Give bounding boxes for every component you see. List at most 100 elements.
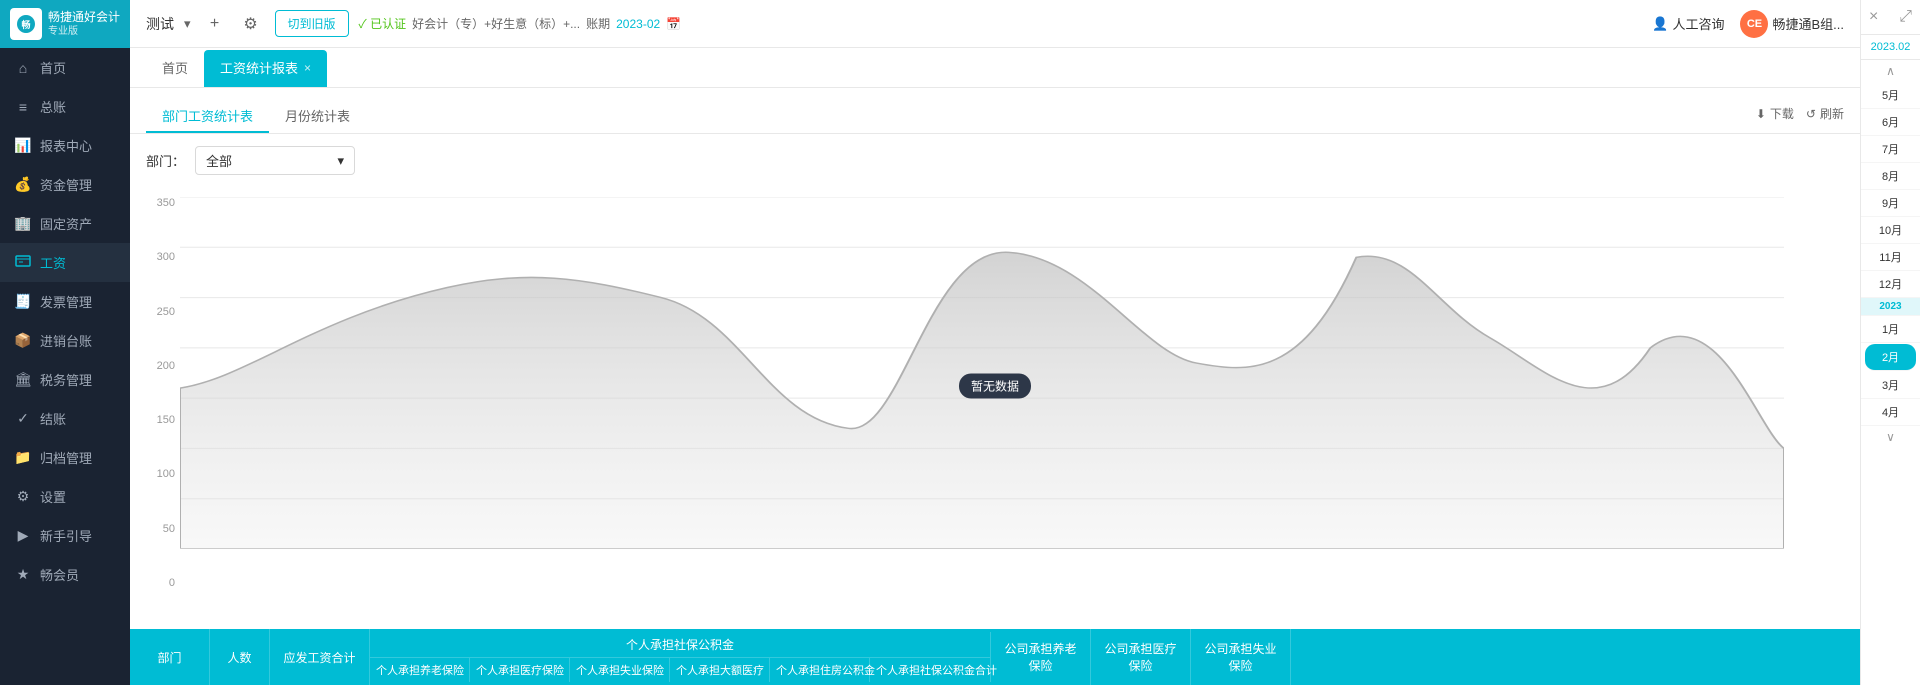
th-personal-unemployment: 个人承担失业保险 xyxy=(570,658,670,682)
th-company-unemployment: 公司承担失业保险 xyxy=(1191,629,1291,685)
th-company-pension: 公司承担养老保险 xyxy=(991,629,1091,685)
add-button[interactable]: + xyxy=(201,10,229,38)
sidebar-item-settings[interactable]: ⚙ 设置 xyxy=(0,477,130,516)
dept-filter-select[interactable]: 全部 ▾ xyxy=(195,146,355,175)
th-people: 人数 xyxy=(210,629,270,685)
month-item-4[interactable]: 4月 xyxy=(1861,399,1920,426)
sidebar-item-salary[interactable]: 工资 xyxy=(0,243,130,282)
sub-tab-actions: ⬇ 下载 ↺ 刷新 xyxy=(1756,105,1844,128)
month-item-10[interactable]: 10月 xyxy=(1861,217,1920,244)
help-icon: 👤 xyxy=(1652,16,1668,32)
month-item-6[interactable]: 6月 xyxy=(1861,109,1920,136)
th-personal-group-cells: 个人承担养老保险 个人承担医疗保险 个人承担失业保险 个人承担大额医疗 个人承担… xyxy=(370,658,990,682)
tax-icon: 🏛 xyxy=(14,371,32,388)
month-item-3[interactable]: 3月 xyxy=(1861,372,1920,399)
refresh-icon: ↺ xyxy=(1806,107,1816,121)
th-personal-medical: 个人承担医疗保险 xyxy=(470,658,570,682)
company-name: 测试 xyxy=(146,14,174,34)
chart-y-labels: 350 300 250 200 150 100 50 0 xyxy=(140,197,175,589)
close-accounts-icon: ✓ xyxy=(14,410,32,427)
topbar-right: 👤 人工咨询 CE 畅捷通B组... xyxy=(1652,10,1844,38)
chevron-down-icon: ▾ xyxy=(337,153,344,169)
calendar-icon: 📅 xyxy=(666,17,681,31)
vip-icon: ★ xyxy=(14,566,32,583)
product-tags: 好会计（专）+好生意（标）+... xyxy=(412,15,580,32)
logo-text: 畅捷通好会计 专业版 xyxy=(48,10,120,39)
company-dropdown[interactable]: ▾ xyxy=(184,16,191,32)
month-item-12[interactable]: 12月 xyxy=(1861,271,1920,298)
logo-icon: 畅 xyxy=(10,8,42,40)
sidebar-item-tax[interactable]: 🏛 税务管理 xyxy=(0,360,130,399)
th-personal-large-medical: 个人承担大额医疗 xyxy=(670,658,770,682)
month-item-5[interactable]: 5月 xyxy=(1861,82,1920,109)
sub-tab-monthly[interactable]: 月份统计表 xyxy=(269,100,366,133)
sidebar-item-archive[interactable]: 📁 归档管理 xyxy=(0,438,130,477)
th-personal-total: 个人承担社保公积金合计 xyxy=(870,658,990,682)
main-area: 测试 ▾ + ⚙ 切到旧版 ✓ 已认证 好会计（专）+好生意（标）+... 账期… xyxy=(130,0,1860,685)
chart-container: 350 300 250 200 150 100 50 0 xyxy=(130,187,1860,629)
ledger-icon: ≡ xyxy=(14,99,32,115)
user-profile[interactable]: CE 畅捷通B组... xyxy=(1740,10,1844,38)
help-button[interactable]: 👤 人工咨询 xyxy=(1652,14,1724,33)
month-item-1[interactable]: 1月 xyxy=(1861,316,1920,343)
chart-svg xyxy=(180,197,1784,549)
download-button[interactable]: ⬇ 下载 xyxy=(1756,105,1794,122)
sub-tab-dept[interactable]: 部门工资统计表 xyxy=(146,100,269,133)
date-nav-up-button[interactable]: ∧ xyxy=(1861,60,1920,82)
month-item-11[interactable]: 11月 xyxy=(1861,244,1920,271)
th-personal-housing: 个人承担住房公积金 xyxy=(770,658,870,682)
assets-icon: 🏢 xyxy=(14,215,32,232)
archive-icon: 📁 xyxy=(14,449,32,466)
sidebar-item-funds[interactable]: 💰 资金管理 xyxy=(0,165,130,204)
sidebar: 畅 畅捷通好会计 专业版 ⌂ 首页 ≡ 总账 📊 报表中心 💰 资金管理 🏢 固… xyxy=(0,0,130,685)
period-label: 账期 xyxy=(586,15,610,32)
topbar-tags: ✓ 已认证 好会计（专）+好生意（标）+... 账期 2023-02 📅 xyxy=(359,15,1643,32)
sidebar-item-assets[interactable]: 🏢 固定资产 xyxy=(0,204,130,243)
right-panel-date: 2023.02 xyxy=(1861,35,1920,60)
year-item-2023[interactable]: 2023 xyxy=(1861,298,1920,316)
sidebar-item-ledger[interactable]: ≡ 总账 xyxy=(0,87,130,126)
sidebar-item-close[interactable]: ✓ 结账 xyxy=(0,399,130,438)
gear-icon: ⚙ xyxy=(14,488,32,505)
settings-button[interactable]: ⚙ xyxy=(237,10,265,38)
tab-home[interactable]: 首页 xyxy=(146,50,204,87)
right-panel-controls: × ⤢ xyxy=(1861,0,1920,35)
close-panel-button[interactable]: × xyxy=(1869,8,1878,26)
month-item-8[interactable]: 8月 xyxy=(1861,163,1920,190)
sidebar-item-invoice[interactable]: 🧾 发票管理 xyxy=(0,282,130,321)
date-nav-down-button[interactable]: ∨ xyxy=(1861,426,1920,448)
th-personal-group: 个人承担社保公积金 个人承担养老保险 个人承担医疗保险 个人承担失业保险 个人承… xyxy=(370,632,991,682)
tabbar: 首页 工资统计报表 × xyxy=(130,48,1860,88)
th-personal-pension: 个人承担养老保险 xyxy=(370,658,470,682)
th-dept: 部门 xyxy=(130,629,210,685)
sidebar-logo: 畅 畅捷通好会计 专业版 xyxy=(0,0,130,48)
expand-panel-button[interactable]: ⤢ xyxy=(1899,8,1912,26)
page-content: 部门工资统计表 月份统计表 ⬇ 下载 ↺ 刷新 部门： 全部 ▾ xyxy=(130,88,1860,685)
reports-icon: 📊 xyxy=(14,137,32,154)
period-value: 2023-02 xyxy=(616,17,660,31)
th-total-salary: 应发工资合计 xyxy=(270,629,370,685)
sidebar-item-home[interactable]: ⌂ 首页 xyxy=(0,48,130,87)
topbar: 测试 ▾ + ⚙ 切到旧版 ✓ 已认证 好会计（专）+好生意（标）+... 账期… xyxy=(130,0,1860,48)
tab-close-icon[interactable]: × xyxy=(304,61,311,75)
switch-version-button[interactable]: 切到旧版 xyxy=(275,10,349,37)
topbar-actions: + ⚙ xyxy=(201,10,265,38)
sidebar-item-reports[interactable]: 📊 报表中心 xyxy=(0,126,130,165)
sidebar-item-guide[interactable]: ▶ 新手引导 xyxy=(0,516,130,555)
right-panel: × ⤢ 2023.02 ∧ 5月 6月 7月 8月 9月 10月 11月 12月… xyxy=(1860,0,1920,685)
dept-filter-label: 部门： xyxy=(146,151,185,170)
month-item-9[interactable]: 9月 xyxy=(1861,190,1920,217)
month-item-7[interactable]: 7月 xyxy=(1861,136,1920,163)
refresh-button[interactable]: ↺ 刷新 xyxy=(1806,105,1844,122)
filter-row: 部门： 全部 ▾ xyxy=(130,134,1860,187)
guide-icon: ▶ xyxy=(14,527,32,544)
invoice-icon: 🧾 xyxy=(14,293,32,310)
tab-salary-report[interactable]: 工资统计报表 × xyxy=(204,50,327,87)
chart-x-axis xyxy=(180,548,1784,549)
verified-tag: ✓ 已认证 xyxy=(359,15,407,32)
sidebar-item-vip[interactable]: ★ 畅会员 xyxy=(0,555,130,594)
svg-text:畅: 畅 xyxy=(21,19,30,30)
sidebar-item-sales[interactable]: 📦 进销台账 xyxy=(0,321,130,360)
month-item-2-active[interactable]: 2月 xyxy=(1865,344,1916,371)
download-icon: ⬇ xyxy=(1756,107,1766,121)
